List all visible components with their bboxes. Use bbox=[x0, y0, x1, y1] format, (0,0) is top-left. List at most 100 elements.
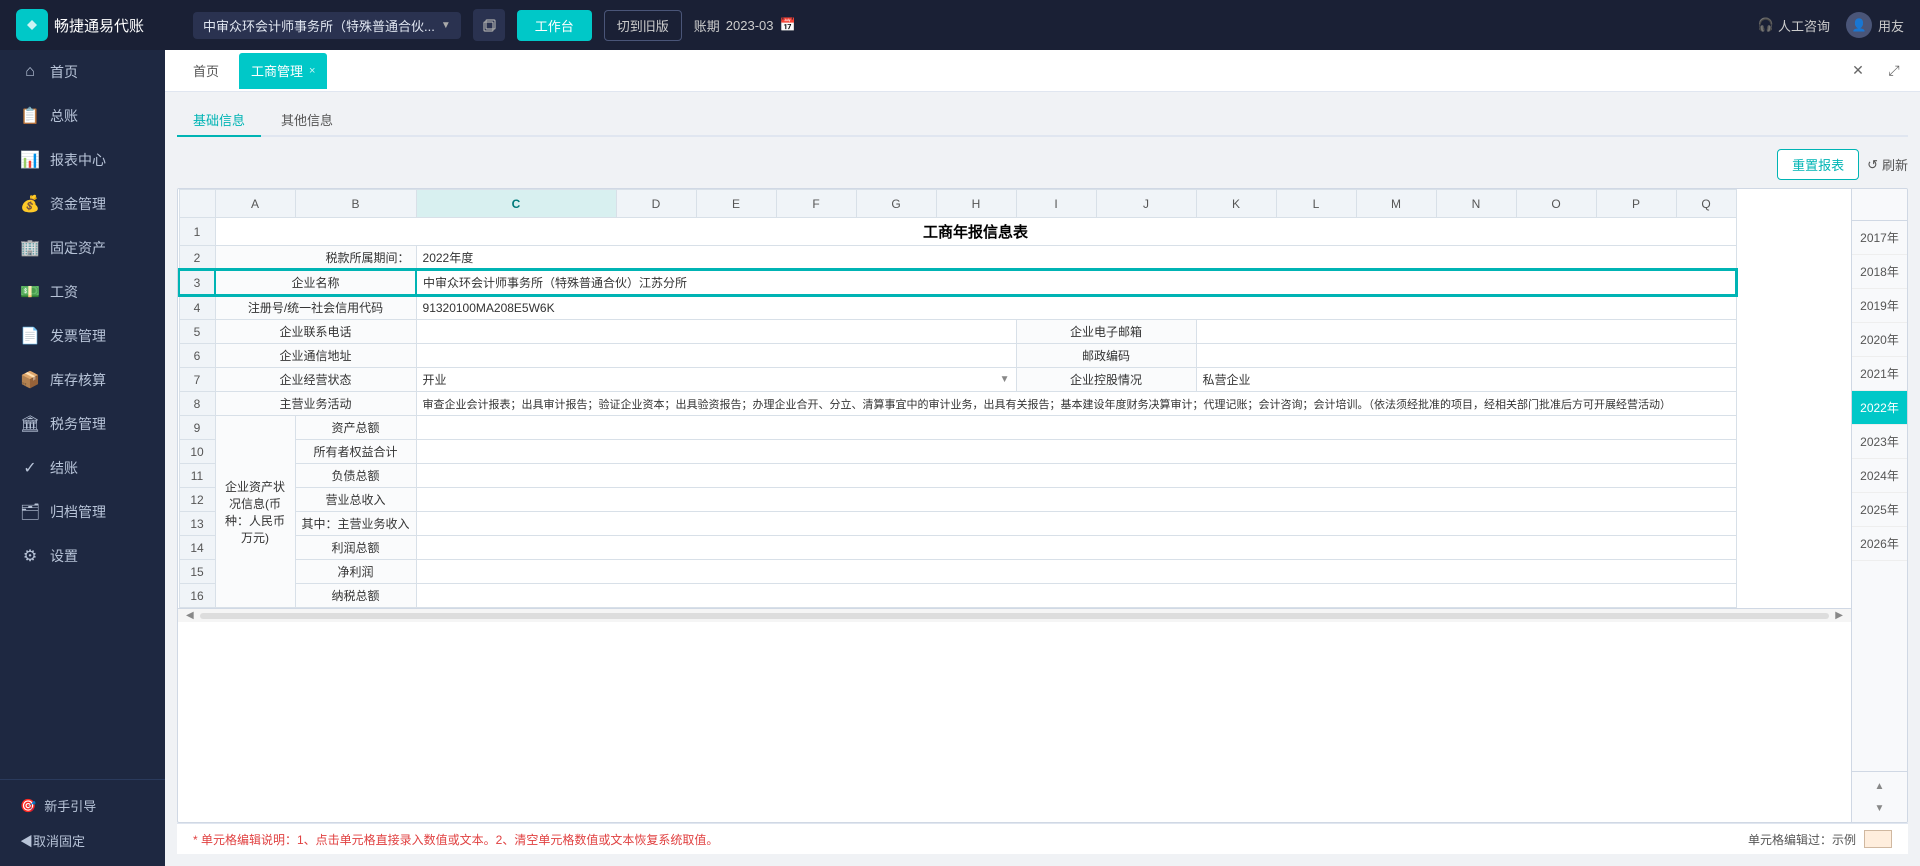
year-scroll-up[interactable]: ▲ bbox=[1864, 776, 1896, 796]
year-sidebar-header bbox=[1852, 189, 1907, 221]
year-scroll-down[interactable]: ▼ bbox=[1864, 798, 1896, 818]
year-item-2017[interactable]: 2017年 bbox=[1852, 221, 1907, 255]
tab-other-info[interactable]: 其他信息 bbox=[265, 104, 349, 137]
salary-icon: 💵 bbox=[20, 282, 40, 302]
sidebar-label-home: 首页 bbox=[50, 62, 78, 82]
sidebar-item-assets[interactable]: 🏢固定资产 bbox=[0, 226, 165, 270]
row12-value[interactable] bbox=[416, 488, 1736, 512]
year-item-2019[interactable]: 2019年 bbox=[1852, 289, 1907, 323]
sidebar-label-ledger: 总账 bbox=[50, 106, 78, 126]
company-selector[interactable]: 中审众环会计师事务所（特殊普通合伙... ▼ bbox=[193, 12, 461, 39]
row10-value[interactable] bbox=[416, 440, 1736, 464]
report-icon: 📊 bbox=[20, 150, 40, 170]
sidebar-item-stock[interactable]: 📦库存核算 bbox=[0, 358, 165, 402]
row14-value[interactable] bbox=[416, 536, 1736, 560]
table-row: 14 利润总额 bbox=[179, 536, 1736, 560]
sidebar-item-ledger[interactable]: 📋总账 bbox=[0, 94, 165, 138]
row-num-13: 13 bbox=[179, 512, 215, 536]
close-window-icon[interactable]: ✕ bbox=[1844, 57, 1872, 85]
sidebar-item-close[interactable]: ✓结账 bbox=[0, 446, 165, 490]
row-num-5: 5 bbox=[179, 320, 215, 344]
table-row: 6 企业通信地址 邮政编码 bbox=[179, 344, 1736, 368]
sidebar-scroll: ⌂首页📋总账📊报表中心💰资金管理🏢固定资产💵工资📄发票管理📦库存核算🏛税务管理✓… bbox=[0, 50, 165, 779]
title-cell[interactable]: 工商年报信息表 bbox=[215, 218, 1736, 246]
row5-value[interactable] bbox=[416, 320, 1016, 344]
year-item-2025[interactable]: 2025年 bbox=[1852, 493, 1907, 527]
row6-label: 企业通信地址 bbox=[215, 344, 416, 368]
row16-value[interactable] bbox=[416, 584, 1736, 608]
col-header-J: J bbox=[1096, 190, 1196, 218]
sidebar-item-salary[interactable]: 💵工资 bbox=[0, 270, 165, 314]
sidebar-item-invoice[interactable]: 📄发票管理 bbox=[0, 314, 165, 358]
sidebar-item-tax[interactable]: 🏛税务管理 bbox=[0, 402, 165, 446]
row-num-14: 14 bbox=[179, 536, 215, 560]
sidebar-item-unpin[interactable]: ◀取消固定 bbox=[0, 823, 165, 858]
row15-value[interactable] bbox=[416, 560, 1736, 584]
spreadsheet-inner[interactable]: A B C D E F G H I J K L bbox=[178, 189, 1851, 822]
sidebar-label-fund: 资金管理 bbox=[50, 194, 106, 214]
row6-value[interactable] bbox=[416, 344, 1016, 368]
row9-value[interactable] bbox=[416, 416, 1736, 440]
col-header-Q: Q bbox=[1676, 190, 1736, 218]
topbar: 畅捷通易代账 中审众环会计师事务所（特殊普通合伙... ▼ 工作台 切到旧版 账… bbox=[0, 0, 1920, 50]
row3-value[interactable]: 中审众环会计师事务所（特殊普通合伙）江苏分所 bbox=[416, 270, 1736, 295]
hscroll-left-arrow[interactable]: ◀ bbox=[182, 610, 198, 621]
row4-value[interactable]: 91320100MA208E5W6K bbox=[416, 295, 1736, 320]
invoice-icon: 📄 bbox=[20, 326, 40, 346]
table-row: 15 净利润 bbox=[179, 560, 1736, 584]
workbench-button[interactable]: 工作台 bbox=[517, 10, 592, 41]
old-version-button[interactable]: 切到旧版 bbox=[604, 10, 682, 41]
col-header-L: L bbox=[1276, 190, 1356, 218]
row6-value2[interactable] bbox=[1196, 344, 1736, 368]
tab-basic-info[interactable]: 基础信息 bbox=[177, 104, 261, 137]
tab-home[interactable]: 首页 bbox=[177, 50, 235, 92]
row14-label: 利润总额 bbox=[295, 536, 416, 560]
table-row: 10 所有者权益合计 bbox=[179, 440, 1736, 464]
row7-value2[interactable]: 私营企业 bbox=[1196, 368, 1736, 392]
archive-icon: 🗂 bbox=[20, 502, 40, 522]
toolbar: 重置报表 ↺ 刷新 bbox=[177, 149, 1908, 180]
hscroll-right-arrow[interactable]: ▶ bbox=[1831, 610, 1847, 621]
tab-bar-right: ✕ ⤢ bbox=[1844, 57, 1908, 85]
sidebar-label-assets: 固定资产 bbox=[50, 238, 106, 258]
horizontal-scrollbar[interactable]: ◀ ▶ bbox=[178, 608, 1851, 622]
col-header-num bbox=[179, 190, 215, 218]
table-row: 4 注册号/统一社会信用代码 91320100MA208E5W6K bbox=[179, 295, 1736, 320]
row5-value2[interactable] bbox=[1196, 320, 1736, 344]
sidebar-item-settings[interactable]: ⚙设置 bbox=[0, 534, 165, 578]
row15-label: 净利润 bbox=[295, 560, 416, 584]
support-button[interactable]: 🎧 人工咨询 bbox=[1758, 16, 1830, 35]
sidebar-item-report[interactable]: 📊报表中心 bbox=[0, 138, 165, 182]
copy-icon[interactable] bbox=[473, 9, 505, 41]
row7-dropdown[interactable]: 开业▼ bbox=[416, 368, 1016, 392]
sidebar-item-fund[interactable]: 💰资金管理 bbox=[0, 182, 165, 226]
spreadsheet-wrapper: A B C D E F G H I J K L bbox=[177, 188, 1908, 823]
year-item-2021[interactable]: 2021年 bbox=[1852, 357, 1907, 391]
expand-icon[interactable]: ⤢ bbox=[1880, 57, 1908, 85]
sidebar-item-home[interactable]: ⌂首页 bbox=[0, 50, 165, 94]
year-item-2024[interactable]: 2024年 bbox=[1852, 459, 1907, 493]
row8-value[interactable]: 审查企业会计报表；出具审计报告；验证企业资本；出具验资报告；办理企业合开、分立、… bbox=[416, 392, 1736, 416]
reset-report-button[interactable]: 重置报表 bbox=[1777, 149, 1859, 180]
year-item-2023[interactable]: 2023年 bbox=[1852, 425, 1907, 459]
row-num-16: 16 bbox=[179, 584, 215, 608]
hscroll-track[interactable] bbox=[200, 613, 1830, 619]
year-item-2026[interactable]: 2026年 bbox=[1852, 527, 1907, 561]
row5-label: 企业联系电话 bbox=[215, 320, 416, 344]
tab-close-icon[interactable]: × bbox=[309, 65, 315, 77]
refresh-button[interactable]: ↺ 刷新 bbox=[1867, 155, 1908, 174]
sub-tabs: 基础信息 其他信息 bbox=[177, 104, 1908, 137]
calendar-icon[interactable]: 📅 bbox=[780, 17, 796, 33]
sidebar-item-archive[interactable]: 🗂归档管理 bbox=[0, 490, 165, 534]
row-num-9: 9 bbox=[179, 416, 215, 440]
tab-gongshang[interactable]: 工商管理 × bbox=[239, 53, 327, 89]
sidebar-item-new-guide[interactable]: 🎯 新手引导 bbox=[0, 788, 165, 823]
year-item-2018[interactable]: 2018年 bbox=[1852, 255, 1907, 289]
row13-value[interactable] bbox=[416, 512, 1736, 536]
row11-value[interactable] bbox=[416, 464, 1736, 488]
year-item-2020[interactable]: 2020年 bbox=[1852, 323, 1907, 357]
logo-icon bbox=[16, 9, 48, 41]
user-area[interactable]: 👤 用友 bbox=[1846, 12, 1904, 38]
row2-value[interactable]: 2022年度 bbox=[416, 246, 1736, 271]
year-item-2022[interactable]: 2022年 bbox=[1852, 391, 1907, 425]
